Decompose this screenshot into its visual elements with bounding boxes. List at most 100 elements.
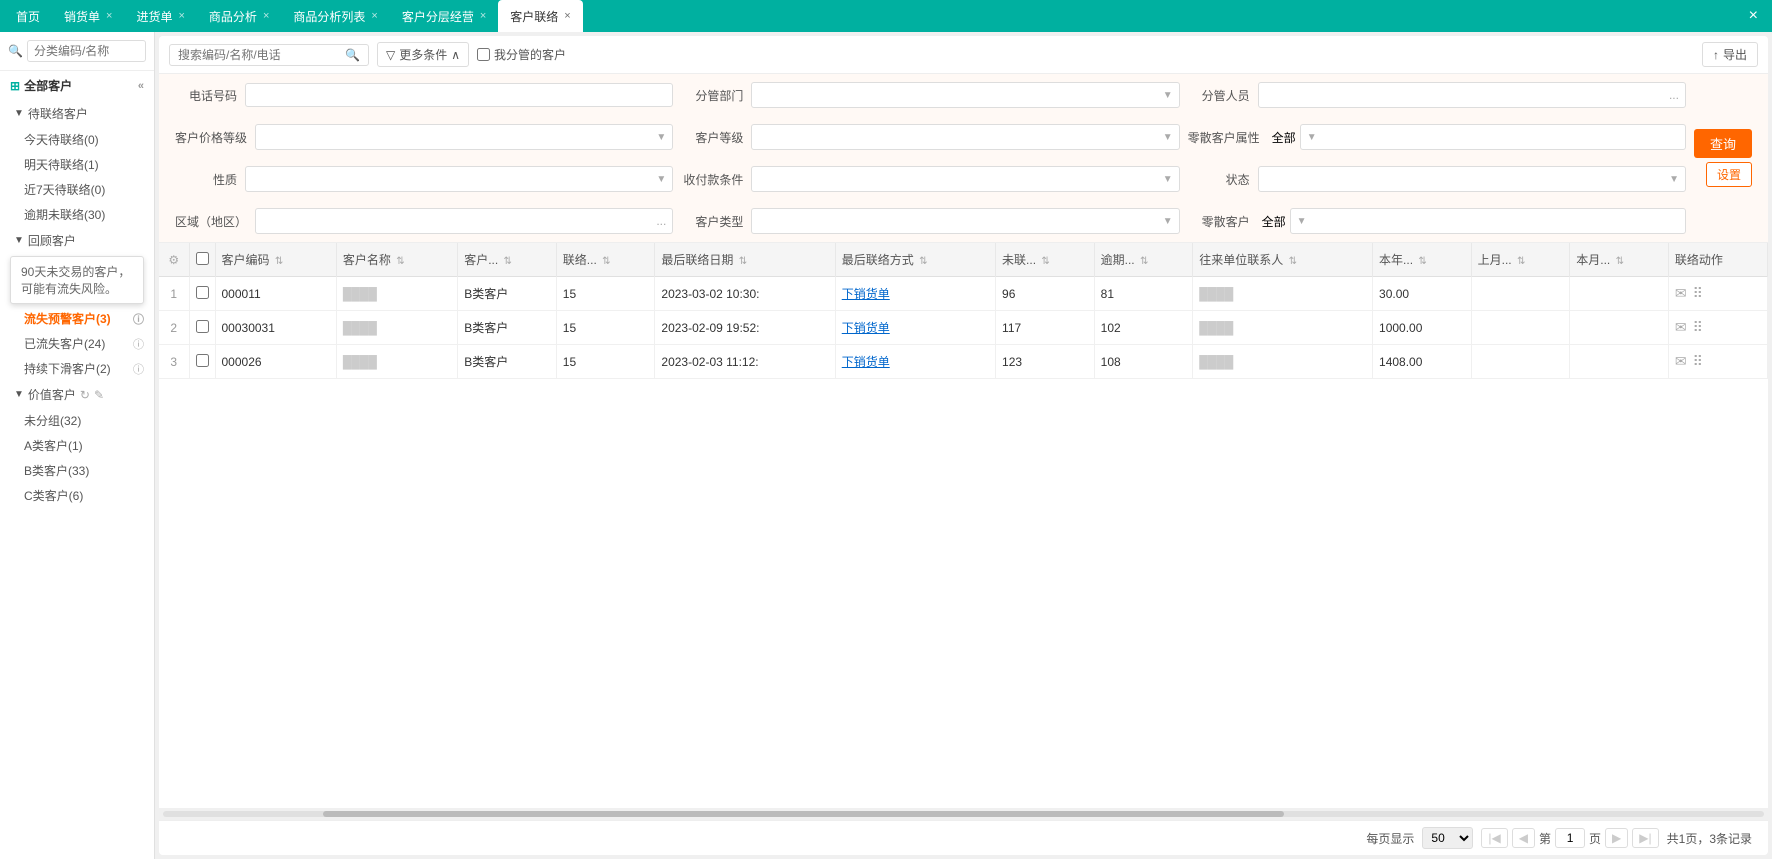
row-checkbox-0[interactable] (189, 277, 215, 311)
staff-select[interactable]: ... (1258, 82, 1686, 108)
sort-icon-this-year[interactable]: ⇅ (1418, 256, 1426, 267)
sidebar-item-class-c[interactable]: C类客户(6) (0, 483, 154, 508)
tab-home[interactable]: 首页 (4, 0, 52, 32)
contact-action-icon[interactable]: ✉ (1675, 319, 1687, 336)
customer-level-select[interactable]: ▼ (751, 124, 1179, 150)
filter-search-icon[interactable]: 🔍 (345, 48, 360, 62)
prev-page-button[interactable]: ◀ (1512, 828, 1535, 848)
chevron-down-icon: ∧ (451, 48, 460, 62)
price-level-select[interactable]: ▼ (255, 124, 673, 150)
tab-sales-close[interactable]: × (106, 10, 112, 22)
sidebar-item-churn-warning[interactable]: 流失预警客户(3) ⓘ (0, 306, 154, 331)
row-last-method-1[interactable]: 下销货单 (835, 311, 995, 345)
sidebar-item-overdue[interactable]: 逾期未联络(30) (0, 202, 154, 227)
more-action-icon[interactable]: ⠿ (1693, 285, 1703, 302)
tab-purchase[interactable]: 进货单 × (124, 0, 196, 32)
contact-action-icon[interactable]: ✉ (1675, 353, 1687, 370)
row-last-method-2[interactable]: 下销货单 (835, 345, 995, 379)
first-page-button[interactable]: |◀ (1481, 828, 1507, 848)
tab-customer-contact[interactable]: 客户联络 × (498, 0, 582, 32)
zero-customer-select[interactable]: ▼ (1290, 208, 1686, 234)
filter-search-box[interactable]: 🔍 (169, 44, 369, 66)
sort-icon-last-date[interactable]: ⇅ (739, 256, 747, 267)
tab-customer-contact-close[interactable]: × (564, 10, 570, 22)
th-settings[interactable]: ⚙ (159, 243, 189, 277)
sort-icon-contact[interactable]: ⇅ (602, 256, 610, 267)
sidebar-item-today[interactable]: 今天待联络(0) (0, 127, 154, 152)
refresh-icon[interactable]: ↻ (80, 388, 90, 402)
sidebar-item-7days[interactable]: 近7天待联络(0) (0, 177, 154, 202)
sort-icon-contacts[interactable]: ⇅ (1289, 256, 1297, 267)
more-action-icon[interactable]: ⠿ (1693, 319, 1703, 336)
sidebar-item-ungrouped[interactable]: 未分组(32) (0, 408, 154, 433)
sidebar-all-customers[interactable]: ⊞ 全部客户 « (0, 71, 154, 100)
tab-purchase-close[interactable]: × (178, 10, 184, 22)
sort-icon-this-month[interactable]: ⇅ (1616, 256, 1624, 267)
region-select[interactable]: ... (255, 208, 673, 234)
tab-customer-tier[interactable]: 客户分层经营 × (390, 0, 498, 32)
staff-more[interactable]: ... (1669, 88, 1679, 102)
zero-attr-select[interactable]: ▼ (1300, 124, 1686, 150)
row-this-year-0: 30.00 (1373, 277, 1472, 311)
settings-icon[interactable]: ⚙ (168, 253, 179, 267)
sidebar-item-tomorrow[interactable]: 明天待联络(1) (0, 152, 154, 177)
gender-select[interactable]: ▼ (245, 166, 673, 192)
sidebar-item-class-b[interactable]: B类客户(33) (0, 458, 154, 483)
phone-input[interactable] (245, 83, 673, 107)
sidebar-item-declining[interactable]: 持续下滑客户(2) ⓘ (0, 356, 154, 381)
export-button[interactable]: ↑ 导出 (1702, 42, 1758, 67)
tab-analysis-close[interactable]: × (263, 10, 269, 22)
status-select[interactable]: ▼ (1258, 166, 1686, 192)
row-checkbox-2[interactable] (189, 345, 215, 379)
tab-analysis-list[interactable]: 商品分析列表 × (281, 0, 389, 32)
sort-icon-code[interactable]: ⇅ (275, 256, 283, 267)
more-conditions-button[interactable]: ▽ 更多条件 ∧ (377, 42, 469, 67)
tab-customer-tier-close[interactable]: × (480, 10, 486, 22)
page-input[interactable] (1555, 828, 1585, 848)
sort-icon-uncontact[interactable]: ⇅ (1041, 256, 1049, 267)
sort-icon-type[interactable]: ⇅ (504, 256, 512, 267)
query-button[interactable]: 查询 (1694, 129, 1752, 158)
scrollbar-thumb[interactable] (323, 811, 1284, 817)
sidebar-group-review[interactable]: ▼ 回顾客户 (0, 227, 154, 254)
sort-icon-last-month[interactable]: ⇅ (1517, 256, 1525, 267)
customer-type-select[interactable]: ▼ (751, 208, 1179, 234)
row-this-year-2: 1408.00 (1373, 345, 1472, 379)
my-customers-checkbox[interactable] (477, 48, 490, 61)
sidebar-search-area: 🔍 (0, 32, 154, 71)
row-last-month-1 (1471, 311, 1570, 345)
sidebar-item-churned[interactable]: 已流失客户(24) ⓘ (0, 331, 154, 356)
tab-analysis-list-close[interactable]: × (371, 10, 377, 22)
horizontal-scrollbar[interactable] (159, 808, 1768, 820)
select-all-checkbox[interactable] (196, 252, 209, 265)
contact-action-icon[interactable]: ✉ (1675, 285, 1687, 302)
th-checkbox[interactable] (189, 243, 215, 277)
sort-icon-name[interactable]: ⇅ (396, 256, 404, 267)
next-page-button[interactable]: ▶ (1605, 828, 1628, 848)
row-action-2[interactable]: ✉ ⠿ (1668, 345, 1767, 379)
row-action-1[interactable]: ✉ ⠿ (1668, 311, 1767, 345)
last-page-button[interactable]: ▶| (1632, 828, 1658, 848)
window-close-button[interactable]: × (1739, 7, 1768, 25)
sidebar-search-input[interactable] (27, 40, 146, 62)
tab-sales[interactable]: 销货单 × (52, 0, 124, 32)
row-checkbox-1[interactable] (189, 311, 215, 345)
sidebar-group-pending[interactable]: ▼ 待联络客户 (0, 100, 154, 127)
tab-analysis[interactable]: 商品分析 × (197, 0, 281, 32)
sidebar-group-value[interactable]: ▼ 价值客户 ↻ ✎ (0, 381, 154, 408)
region-more[interactable]: ... (656, 214, 666, 228)
filter-search-input[interactable] (178, 48, 341, 62)
sidebar-item-class-a[interactable]: A类客户(1) (0, 433, 154, 458)
row-action-0[interactable]: ✉ ⠿ (1668, 277, 1767, 311)
settings-button[interactable]: 设置 (1706, 162, 1752, 187)
my-customers-checkbox-label[interactable]: 我分管的客户 (477, 46, 566, 63)
sort-icon-last-method[interactable]: ⇅ (919, 256, 927, 267)
row-last-method-0[interactable]: 下销货单 (835, 277, 995, 311)
per-page-select[interactable]: 50 20 100 (1422, 827, 1473, 849)
more-action-icon[interactable]: ⠿ (1693, 353, 1703, 370)
page-nav: |◀ ◀ 第 页 ▶ ▶| (1481, 828, 1658, 848)
sort-icon-overdue[interactable]: ⇅ (1140, 256, 1148, 267)
edit-group-icon[interactable]: ✎ (94, 388, 104, 402)
dept-select[interactable]: ▼ (751, 82, 1179, 108)
payment-select[interactable]: ▼ (751, 166, 1179, 192)
